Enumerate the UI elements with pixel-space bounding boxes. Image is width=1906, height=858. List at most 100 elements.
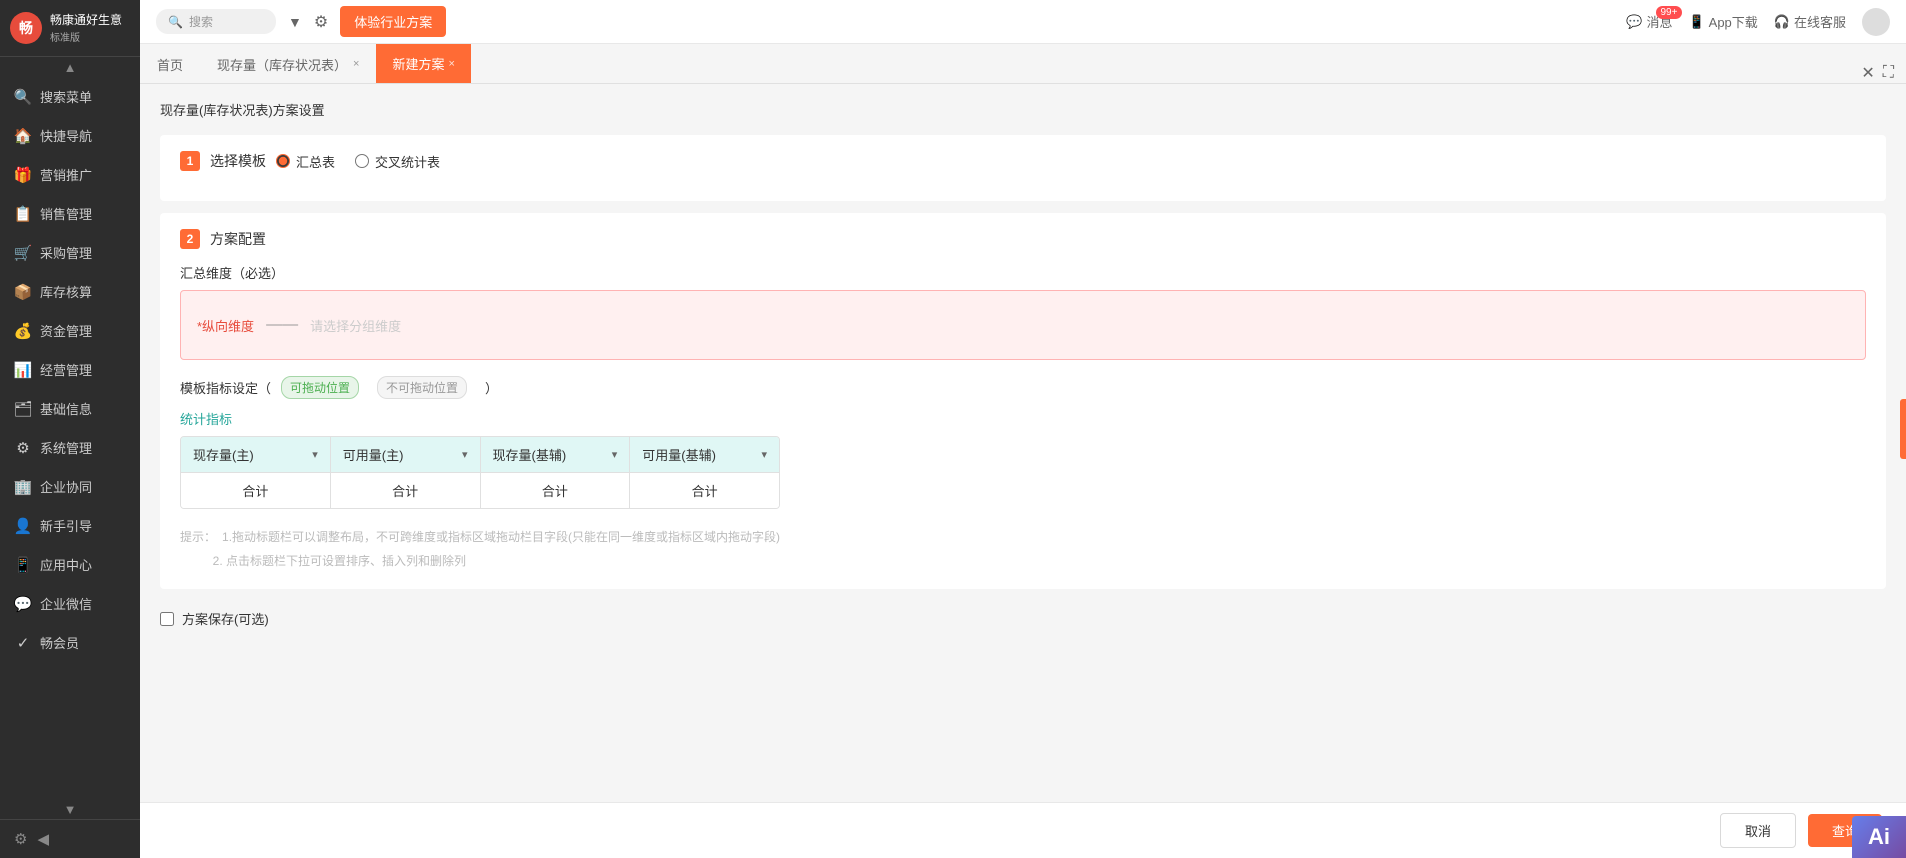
tip-2: 2. 点击标题栏下拉可设置排序、插入列和删除列 [180,549,1866,573]
template-radio-group: 汇总表 交叉统计表 [276,152,440,171]
dimension-box[interactable]: *纵向维度 —— 请选择分组维度 [180,290,1866,360]
content-area: 现存量(库存状况表)方案设置 1 选择模板 汇总表 交叉统计表 [140,84,1906,802]
sidebar-item-enterprise-wx[interactable]: 💬 企业微信 [0,584,140,623]
sidebar-item-marketing[interactable]: 🎁 营销推广 [0,155,140,194]
service-icon: 🎧 [1774,14,1790,30]
sidebar-item-operations[interactable]: 📊 经营管理 [0,350,140,389]
col-header-4[interactable]: 可用量(基辅) ▾ [630,437,779,472]
cell-2: 合计 [331,472,481,508]
save-label: 方案保存(可选) [182,609,269,628]
col-header-3[interactable]: 现存量(基辅) ▾ [481,437,631,472]
sidebar-item-finance[interactable]: 💰 资金管理 [0,311,140,350]
topbar-dropdown-icon[interactable]: ▼ [288,14,302,30]
sidebar-audio-icon[interactable]: ◀ [37,830,49,848]
message-badge: 99+ [1656,6,1683,19]
step2-section: 2 方案配置 汇总维度（必选） *纵向维度 —— 请选择分组维度 模板指标设定（ [160,213,1886,589]
radio-cross[interactable]: 交叉统计表 [355,152,440,171]
dimension-arrow: —— [266,316,298,334]
tab-new-close-icon[interactable]: × [448,58,454,70]
member-icon: ✓ [14,634,32,652]
step1-title: 选择模板 [210,151,266,171]
radio-cross-input[interactable] [355,154,369,168]
tab-bar: 首页 现存量（库存状况表） × 新建方案 × ✕ ⛶ [140,44,1906,84]
sidebar-item-enterprise[interactable]: 🏢 企业协同 [0,467,140,506]
sidebar-scroll-up[interactable]: ▲ [0,57,140,77]
badge-draggable: 可拖动位置 [281,376,359,399]
sidebar-item-quick-nav[interactable]: 🏠 快捷导航 [0,116,140,155]
sidebar-footer: ⚙ ◀ [0,819,140,858]
tab-inventory-status[interactable]: 现存量（库存状况表） × [200,44,376,83]
stats-container: 统计指标 现存量(主) ▾ 可用量(主) ▾ [180,409,1866,509]
sidebar-item-sales[interactable]: 📋 销售管理 [0,194,140,233]
tab-close-all-icon[interactable]: ✕ [1861,63,1874,83]
sidebar-item-newbie[interactable]: 👤 新手引导 [0,506,140,545]
topbar-right: 💬 消息 99+ 📱 App下载 🎧 在线客服 [1626,8,1890,36]
system-icon: ⚙ [14,439,32,457]
tab-home[interactable]: 首页 [140,44,200,83]
col-header-1[interactable]: 现存量(主) ▾ [181,437,331,472]
newbie-icon: 👤 [14,517,32,535]
sales-icon: 📋 [14,205,32,223]
sidebar-scroll-down[interactable]: ▼ [0,799,140,819]
step1-section: 1 选择模板 汇总表 交叉统计表 [160,135,1886,201]
cancel-button[interactable]: 取消 [1720,813,1796,848]
sidebar: 畅 畅康通好生意 标准版 ▲ 🔍 搜索菜单 🏠 快捷导航 🎁 营销推广 📋 销售… [0,0,140,858]
cell-4: 合计 [630,472,779,508]
quick-nav-icon: 🏠 [14,127,32,145]
sidebar-settings-icon[interactable]: ⚙ [14,830,27,848]
save-section: 方案保存(可选) [160,609,1886,628]
search-menu-icon: 🔍 [14,88,32,106]
col4-chevron-icon[interactable]: ▾ [761,448,767,461]
dimension-label: 汇总维度（必选） [180,263,1866,282]
sidebar-item-inventory[interactable]: 📦 库存核算 [0,272,140,311]
user-avatar[interactable] [1862,8,1890,36]
sidebar-item-purchase[interactable]: 🛒 采购管理 [0,233,140,272]
app-download-button[interactable]: 📱 App下载 [1688,12,1757,31]
step2-header: 2 方案配置 [180,229,1866,249]
topbar: 🔍 搜索 ▼ ⚙ 体验行业方案 💬 消息 99+ 📱 App下载 🎧 在线客服 [140,0,1906,44]
topbar-search[interactable]: 🔍 搜索 [156,9,276,34]
cell-3: 合计 [481,472,631,508]
inventory-icon: 📦 [14,283,32,301]
tab-inventory-close-icon[interactable]: × [353,58,359,70]
logo-text: 畅康通好生意 标准版 [50,12,122,44]
tab-expand-icon[interactable]: ⛶ [1883,64,1894,82]
sidebar-item-search-menu[interactable]: 🔍 搜索菜单 [0,77,140,116]
col-header-2[interactable]: 可用量(主) ▾ [331,437,481,472]
step1-header: 1 选择模板 汇总表 交叉统计表 [180,151,1866,171]
badge-fixed: 不可拖动位置 [377,376,467,399]
sidebar-item-system[interactable]: ⚙ 系统管理 [0,428,140,467]
tab-new-scheme[interactable]: 新建方案 × [376,44,470,83]
radio-summary-input[interactable] [276,154,290,168]
app-center-icon: 📱 [14,556,32,574]
save-checkbox[interactable] [160,612,174,626]
stats-table-row: 合计 合计 合计 合计 [181,472,779,508]
message-icon: 💬 [1626,14,1642,30]
sidebar-item-member[interactable]: ✓ 畅会员 [0,623,140,662]
col3-chevron-icon[interactable]: ▾ [612,448,618,461]
dimension-placeholder: 请选择分组维度 [310,316,401,335]
purchase-icon: 🛒 [14,244,32,262]
ai-badge[interactable]: Ai [1852,816,1906,858]
page-title: 现存量(库存状况表)方案设置 [160,100,1886,119]
logo-icon: 畅 [10,12,42,44]
basic-info-icon: 🗂 [14,400,32,418]
tip-title: 提示： [180,525,216,549]
sidebar-item-basic-info[interactable]: 🗂 基础信息 [0,389,140,428]
dimension-section: 汇总维度（必选） *纵向维度 —— 请选择分组维度 [180,263,1866,360]
col1-chevron-icon[interactable]: ▾ [312,448,318,461]
cell-1: 合计 [181,472,331,508]
sidebar-item-app-center[interactable]: 📱 应用中心 [0,545,140,584]
message-button[interactable]: 💬 消息 99+ [1626,12,1672,31]
indicators-label: 模板指标设定（ 可拖动位置 不可拖动位置 ） [180,376,1866,399]
topbar-gear-icon[interactable]: ⚙ [314,12,328,32]
marketing-icon: 🎁 [14,166,32,184]
col2-chevron-icon[interactable]: ▾ [462,448,468,461]
stats-table: 现存量(主) ▾ 可用量(主) ▾ 现存量(基辅) ▾ [180,436,780,509]
trial-button[interactable]: 体验行业方案 [340,6,446,37]
right-scroll-handle[interactable] [1900,399,1906,459]
sidebar-logo: 畅 畅康通好生意 标准版 [0,0,140,57]
dimension-required-label: *纵向维度 [197,316,254,335]
radio-summary[interactable]: 汇总表 [276,152,335,171]
service-button[interactable]: 🎧 在线客服 [1774,12,1846,31]
